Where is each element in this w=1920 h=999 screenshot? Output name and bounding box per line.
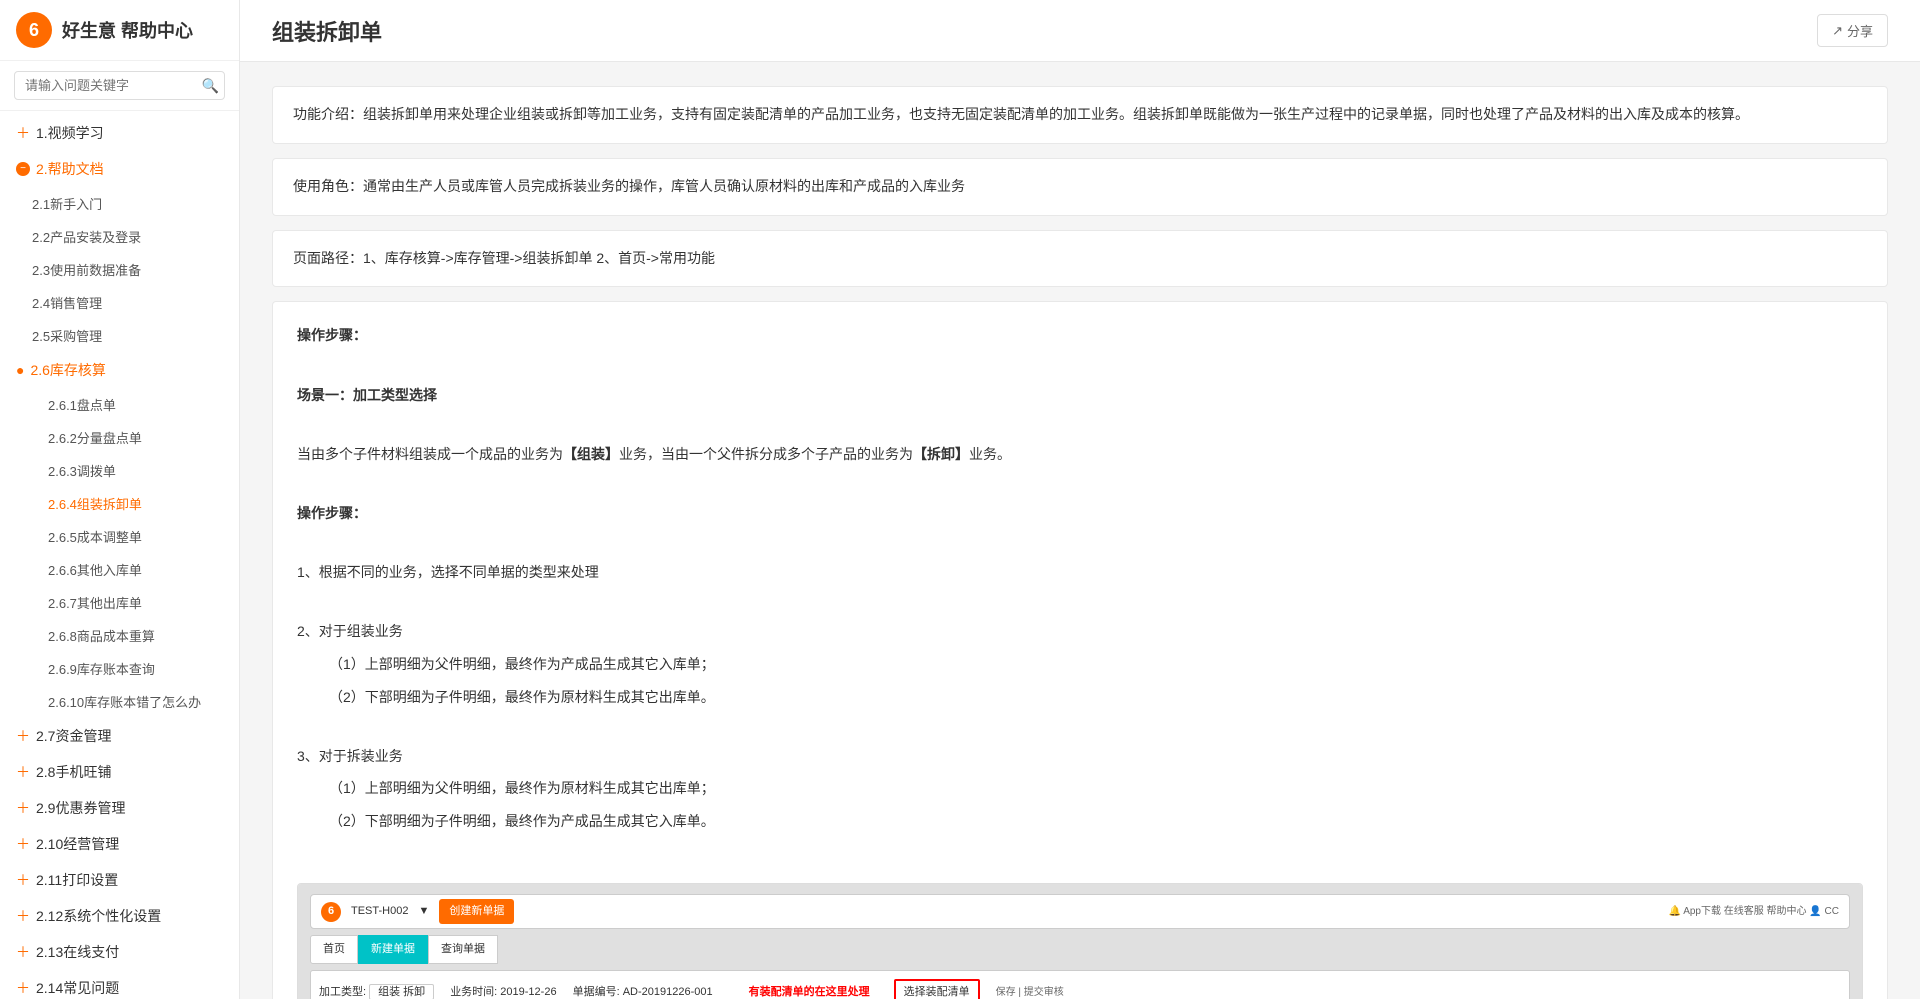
sidebar-item-docs-267[interactable]: 2.6.7其他出库单 bbox=[0, 586, 239, 619]
ss-dropdown-icon: ▼ bbox=[418, 901, 429, 922]
main-header: 组装拆卸单 ↗ 分享 bbox=[240, 0, 1920, 62]
ss-company: TEST-H002 bbox=[351, 901, 408, 922]
sidebar-item-docs-210[interactable]: ＋ 2.10经营管理 bbox=[0, 826, 239, 862]
ss-btn-ann: 选择装配清单 bbox=[894, 979, 980, 999]
steps-intro: 操作步骤： bbox=[297, 505, 367, 521]
ss-icons: 🔔 App下载 在线客服 帮助中心 👤 CC bbox=[1669, 902, 1839, 921]
ss-tab-new[interactable]: 新建单据 bbox=[358, 935, 428, 964]
sidebar-item-label: 2.7资金管理 bbox=[36, 726, 111, 746]
step3-sub2: （2）下部明细为子件明细，最终作为产成品生成其它入库单。 bbox=[297, 808, 1863, 835]
sidebar-item-label: 2.6库存核算 bbox=[30, 360, 105, 380]
sidebar: 6 好生意 帮助中心 🔍 ＋ 1.视频学习 − 2.帮助文档 2.1新手入门 2… bbox=[0, 0, 240, 999]
steps-label: 操作步骤： bbox=[297, 327, 367, 343]
sidebar-item-docs-266[interactable]: 2.6.6其他入库单 bbox=[0, 553, 239, 586]
plus-icon: ＋ bbox=[16, 762, 30, 782]
logo-icon: 6 bbox=[16, 12, 52, 48]
sidebar-item-video[interactable]: ＋ 1.视频学习 bbox=[0, 115, 239, 151]
sidebar-item-label: 1.视频学习 bbox=[36, 123, 104, 143]
role-box: 使用角色：通常由生产人员或库管人员完成拆装业务的操作，库管人员确认原材料的出库和… bbox=[272, 158, 1888, 216]
screenshot-container: 6 TEST-H002 ▼ 创建新单据 🔔 App下载 在线客服 帮助中心 👤 … bbox=[297, 883, 1863, 999]
plus-icon: ＋ bbox=[16, 906, 30, 926]
sidebar-item-docs-262[interactable]: 2.6.2分量盘点单 bbox=[0, 421, 239, 454]
sidebar-item-docs[interactable]: − 2.帮助文档 bbox=[0, 151, 239, 187]
sidebar-item-docs-29[interactable]: ＋ 2.9优惠券管理 bbox=[0, 790, 239, 826]
search-input[interactable] bbox=[14, 71, 225, 100]
sidebar-item-label: 2.14常见问题 bbox=[36, 978, 119, 998]
sidebar-item-docs-213[interactable]: ＋ 2.13在线支付 bbox=[0, 934, 239, 970]
ss-edit-btns: 保存 | 提交审核 bbox=[996, 983, 1064, 999]
ss-form-label1: 加工类型: 组装 拆卸 bbox=[319, 982, 434, 999]
sidebar-item-label: 2.11打印设置 bbox=[36, 870, 118, 890]
plus-icon: ＋ bbox=[16, 798, 30, 818]
plus-icon: ＋ bbox=[16, 942, 30, 962]
sidebar-item-docs-211[interactable]: ＋ 2.11打印设置 bbox=[0, 862, 239, 898]
sidebar-item-docs-21[interactable]: 2.1新手入门 bbox=[0, 187, 239, 220]
ss-form-date: 业务时间: 2019-12-26 bbox=[450, 982, 556, 999]
intro-text: 功能介绍：组装拆卸单用来处理企业组装或拆卸等加工业务，支持有固定装配清单的产品加… bbox=[293, 106, 1749, 122]
sidebar-item-docs-25[interactable]: 2.5采购管理 bbox=[0, 319, 239, 352]
share-button[interactable]: ↗ 分享 bbox=[1817, 14, 1888, 47]
main-content: 组装拆卸单 ↗ 分享 功能介绍：组装拆卸单用来处理企业组装或拆卸等加工业务，支持… bbox=[240, 0, 1920, 999]
plus-icon: ＋ bbox=[16, 726, 30, 746]
sidebar-item-docs-28[interactable]: ＋ 2.8手机旺铺 bbox=[0, 754, 239, 790]
plus-icon: ＋ bbox=[16, 978, 30, 998]
ss-tab-query[interactable]: 查询单据 bbox=[428, 935, 498, 964]
ss-ann1: 有装配清单的在这里处理 bbox=[749, 982, 870, 999]
sidebar-item-label: 2.10经营管理 bbox=[36, 834, 119, 854]
path-box: 页面路径：1、库存核算->库存管理->组装拆卸单 2、首页->常用功能 bbox=[272, 230, 1888, 288]
sidebar-item-docs-2610[interactable]: 2.6.10库存账本错了怎么办 bbox=[0, 685, 239, 718]
share-icon: ↗ bbox=[1832, 23, 1843, 39]
sidebar-item-docs-263[interactable]: 2.6.3调拨单 bbox=[0, 454, 239, 487]
path-text: 页面路径：1、库存核算->库存管理->组装拆卸单 2、首页->常用功能 bbox=[293, 250, 715, 266]
step3-text: 3、对于拆装业务 bbox=[297, 743, 1863, 770]
minus-icon: − bbox=[16, 162, 30, 176]
brand-name: 好生意 帮助中心 bbox=[62, 17, 193, 43]
step2-sub2: （2）下部明细为子件明细，最终作为原材料生成其它出库单。 bbox=[297, 684, 1863, 711]
step1-text: 1、根据不同的业务，选择不同单据的类型来处理 bbox=[297, 559, 1863, 586]
plus-icon: ＋ bbox=[16, 123, 30, 143]
ss-new-btn: 创建新单据 bbox=[439, 899, 514, 924]
sidebar-item-docs-212[interactable]: ＋ 2.12系统个性化设置 bbox=[0, 898, 239, 934]
page-title: 组装拆卸单 bbox=[272, 15, 382, 47]
sidebar-item-docs-27[interactable]: ＋ 2.7资金管理 bbox=[0, 718, 239, 754]
search-box: 🔍 bbox=[0, 61, 239, 111]
sidebar-item-docs-261[interactable]: 2.6.1盘点单 bbox=[0, 388, 239, 421]
sidebar-item-docs-26[interactable]: ● 2.6库存核算 bbox=[0, 352, 239, 388]
steps-block: 操作步骤： 场景一：加工类型选择 当由多个子件材料组装成一个成品的业务为【组装】… bbox=[272, 301, 1888, 999]
step3-sub1: （1）上部明细为父件明细，最终作为原材料生成其它出库单； bbox=[297, 775, 1863, 802]
sidebar-item-label: 2.12系统个性化设置 bbox=[36, 906, 161, 926]
role-text: 使用角色：通常由生产人员或库管人员完成拆装业务的操作，库管人员确认原材料的出库和… bbox=[293, 178, 965, 194]
sidebar-header: 6 好生意 帮助中心 bbox=[0, 0, 239, 61]
sidebar-item-label: 2.13在线支付 bbox=[36, 942, 119, 962]
search-button[interactable]: 🔍 bbox=[202, 77, 219, 94]
sidebar-item-docs-269[interactable]: 2.6.9库存账本查询 bbox=[0, 652, 239, 685]
sidebar-item-docs-214[interactable]: ＋ 2.14常见问题 bbox=[0, 970, 239, 999]
scene1-title: 场景一：加工类型选择 bbox=[297, 387, 437, 403]
sidebar-item-docs-22[interactable]: 2.2产品安装及登录 bbox=[0, 220, 239, 253]
ss-logo: 6 bbox=[321, 902, 341, 922]
sidebar-item-docs-268[interactable]: 2.6.8商品成本重算 bbox=[0, 619, 239, 652]
sidebar-item-docs-24[interactable]: 2.4销售管理 bbox=[0, 286, 239, 319]
share-label: 分享 bbox=[1847, 21, 1873, 40]
sidebar-item-docs-23[interactable]: 2.3使用前数据准备 bbox=[0, 253, 239, 286]
nav-section: ＋ 1.视频学习 − 2.帮助文档 2.1新手入门 2.2产品安装及登录 2.3… bbox=[0, 111, 239, 999]
sidebar-item-docs-265[interactable]: 2.6.5成本调整单 bbox=[0, 520, 239, 553]
ss-form-no: 单据编号: AD-20191226-001 bbox=[573, 982, 713, 999]
step2-sub1: （1）上部明细为父件明细，最终作为产成品生成其它入库单； bbox=[297, 651, 1863, 678]
plus-icon: ＋ bbox=[16, 834, 30, 854]
minus-icon: ● bbox=[16, 362, 24, 378]
sidebar-item-docs-264[interactable]: 2.6.4组装拆卸单 bbox=[0, 487, 239, 520]
sidebar-item-label: 2.8手机旺铺 bbox=[36, 762, 111, 782]
scene1-desc: 当由多个子件材料组装成一个成品的业务为【组装】业务，当由一个父件拆分成多个子产品… bbox=[297, 441, 1863, 468]
content-area: 功能介绍：组装拆卸单用来处理企业组装或拆卸等加工业务，支持有固定装配清单的产品加… bbox=[240, 62, 1920, 999]
sidebar-item-label: 2.帮助文档 bbox=[36, 159, 104, 179]
intro-box: 功能介绍：组装拆卸单用来处理企业组装或拆卸等加工业务，支持有固定装配清单的产品加… bbox=[272, 86, 1888, 144]
plus-icon: ＋ bbox=[16, 870, 30, 890]
step2-text: 2、对于组装业务 bbox=[297, 618, 1863, 645]
ss-tab-home[interactable]: 首页 bbox=[310, 935, 358, 964]
sidebar-item-label: 2.9优惠券管理 bbox=[36, 798, 125, 818]
steps-content: 操作步骤： 场景一：加工类型选择 当由多个子件材料组装成一个成品的业务为【组装】… bbox=[297, 322, 1863, 999]
